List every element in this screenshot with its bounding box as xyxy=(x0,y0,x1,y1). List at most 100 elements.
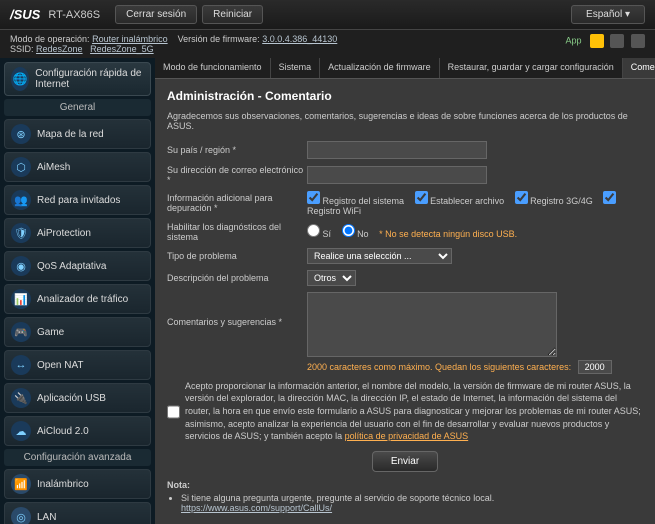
sidebar-item-label: QoS Adaptativa xyxy=(37,261,107,272)
fw-link[interactable]: 3.0.0.4.386_44130 xyxy=(262,34,337,44)
sidebar-icon: ↔ xyxy=(11,355,31,375)
email-label: Su dirección de correo electrónico * xyxy=(167,165,307,185)
sidebar-icon: 🔌 xyxy=(11,388,31,408)
ssid1-link[interactable]: RedesZone xyxy=(36,44,83,54)
sidebar-item-label: LAN xyxy=(37,512,56,523)
log3g4g-label: Registro 3G/4G xyxy=(530,196,593,206)
privacy-policy-link[interactable]: política de privacidad de ASUS xyxy=(345,431,469,441)
ptype-select[interactable]: Realice una selección ... xyxy=(307,248,452,264)
counter-value: 2000 xyxy=(578,360,612,374)
sidebar-item-label: Inalámbrico xyxy=(37,479,89,490)
top-bar: /SUS RT-AX86S Cerrar sesión Reiniciar Es… xyxy=(0,0,655,30)
content-area: Modo de funcionamientoSistemaActualizaci… xyxy=(155,58,655,524)
sidebar-item-label: AiMesh xyxy=(37,162,70,173)
sidebar-icon: ◉ xyxy=(11,256,31,276)
usb-warning: * No se detecta ningún disco USB. xyxy=(379,229,517,239)
sidebar-item-label: Aplicación USB xyxy=(37,393,106,404)
sidebar-item[interactable]: 📊 Analizador de tráfico xyxy=(4,284,151,314)
sidebar-icon: 🛡 xyxy=(11,223,31,243)
op-mode-label: Modo de operación: xyxy=(10,34,90,44)
pdesc-label: Descripción del problema xyxy=(167,273,307,283)
sidebar-section-advanced: Configuración avanzada xyxy=(4,449,151,466)
setfile-label: Establecer archivo xyxy=(430,196,504,206)
sidebar-item-label: Red para invitados xyxy=(37,195,120,206)
counter-text: 2000 caracteres como máximo. Quedan los … xyxy=(307,362,571,372)
setfile-checkbox[interactable] xyxy=(415,191,428,204)
globe-icon: 🌐 xyxy=(11,67,29,91)
op-mode-link[interactable]: Router inalámbrico xyxy=(92,34,168,44)
tab-bar: Modo de funcionamientoSistemaActualizaci… xyxy=(155,58,655,79)
ssid-label: SSID: xyxy=(10,44,34,54)
model-name: RT-AX86S xyxy=(48,9,100,21)
sidebar-item[interactable]: ⬡ AiMesh xyxy=(4,152,151,182)
note-text: Si tiene alguna pregunta urgente, pregun… xyxy=(181,493,494,503)
brand-logo: /SUS xyxy=(10,7,40,22)
tab[interactable]: Restaurar, guardar y cargar configuració… xyxy=(440,58,623,78)
page-title: Administración - Comentario xyxy=(167,89,643,103)
country-input[interactable] xyxy=(307,141,487,159)
tab[interactable]: Actualización de firmware xyxy=(320,58,440,78)
sidebar-item[interactable]: 🛡 AiProtection xyxy=(4,218,151,248)
tab[interactable]: Modo de funcionamiento xyxy=(155,58,271,78)
country-label: Su país / región * xyxy=(167,145,307,155)
sidebar-icon: 📊 xyxy=(11,289,31,309)
sidebar-item[interactable]: 🎮 Game xyxy=(4,317,151,347)
log3g4g-checkbox[interactable] xyxy=(515,191,528,204)
note-header: Nota: xyxy=(167,480,643,490)
pdesc-select[interactable]: Otros xyxy=(307,270,356,286)
sidebar-item[interactable]: 📶 Inalámbrico xyxy=(4,469,151,499)
sidebar-item-label: AiCloud 2.0 xyxy=(37,426,89,437)
consent-checkbox[interactable] xyxy=(167,381,180,443)
sidebar-item-label: AiProtection xyxy=(37,228,91,239)
sidebar-item-label: Analizador de tráfico xyxy=(37,294,128,305)
sidebar-item[interactable]: ↔Open NAT xyxy=(4,350,151,380)
language-select[interactable]: Español xyxy=(571,5,645,24)
tab[interactable]: Sistema xyxy=(271,58,321,78)
email-input[interactable] xyxy=(307,166,487,184)
fw-label: Versión de firmware: xyxy=(178,34,260,44)
diag-yes-label: Sí xyxy=(323,229,332,239)
app-icon[interactable] xyxy=(590,34,604,48)
ptype-label: Tipo de problema xyxy=(167,251,307,261)
diag-no-label: No xyxy=(357,229,369,239)
sidebar-item-label: Mapa de la red xyxy=(37,129,104,140)
sidebar-icon: 🎮 xyxy=(11,322,31,342)
sidebar-icon: ⬡ xyxy=(11,157,31,177)
sidebar-section-general: General xyxy=(4,99,151,116)
tab[interactable]: Comentario xyxy=(623,58,655,78)
diag-no-radio[interactable] xyxy=(342,224,355,237)
utility-icon-1[interactable] xyxy=(610,34,624,48)
debug-info-label: Información adicional para depuración * xyxy=(167,193,307,213)
sidebar: 🌐 Configuración rápida de Internet Gener… xyxy=(0,58,155,524)
sidebar-icon: ☁ xyxy=(11,421,31,441)
logout-button[interactable]: Cerrar sesión xyxy=(115,5,197,24)
sidebar-item[interactable]: ◎ LAN xyxy=(4,502,151,524)
sidebar-item[interactable]: ⊛ Mapa de la red xyxy=(4,119,151,149)
ssid2-link[interactable]: RedesZone_5G xyxy=(90,44,154,54)
diag-yes-radio[interactable] xyxy=(307,224,320,237)
comments-textarea[interactable] xyxy=(307,292,557,357)
syslog-label: Registro del sistema xyxy=(323,196,405,206)
wifilog-checkbox[interactable] xyxy=(603,191,616,204)
sidebar-item-label: Configuración rápida de Internet xyxy=(35,68,144,90)
reboot-button[interactable]: Reiniciar xyxy=(202,5,263,24)
support-link[interactable]: https://www.asus.com/support/CallUs/ xyxy=(181,503,332,513)
utility-icon-2[interactable] xyxy=(631,34,645,48)
submit-button[interactable]: Enviar xyxy=(372,451,438,472)
sidebar-icon: 👥 xyxy=(11,190,31,210)
sidebar-item[interactable]: 🔌 Aplicación USB xyxy=(4,383,151,413)
quick-setup-button[interactable]: 🌐 Configuración rápida de Internet xyxy=(4,62,151,96)
sidebar-item-label: Game xyxy=(37,327,64,338)
comments-label: Comentarios y sugerencias * xyxy=(167,292,307,327)
sidebar-icon: 📶 xyxy=(11,474,31,494)
info-bar: Modo de operación: Router inalámbrico Ve… xyxy=(0,30,655,58)
wifilog-label: Registro WiFi xyxy=(307,206,361,216)
sidebar-item[interactable]: ◉ QoS Adaptativa xyxy=(4,251,151,281)
sidebar-item[interactable]: 👥 Red para invitados xyxy=(4,185,151,215)
sidebar-icon: ◎ xyxy=(11,507,31,524)
sidebar-icon: ⊛ xyxy=(11,124,31,144)
diag-label: Habilitar los diagnósticos del sistema xyxy=(167,222,307,242)
syslog-checkbox[interactable] xyxy=(307,191,320,204)
sidebar-item[interactable]: ☁ AiCloud 2.0 xyxy=(4,416,151,446)
intro-text: Agradecemos sus observaciones, comentari… xyxy=(167,111,643,131)
